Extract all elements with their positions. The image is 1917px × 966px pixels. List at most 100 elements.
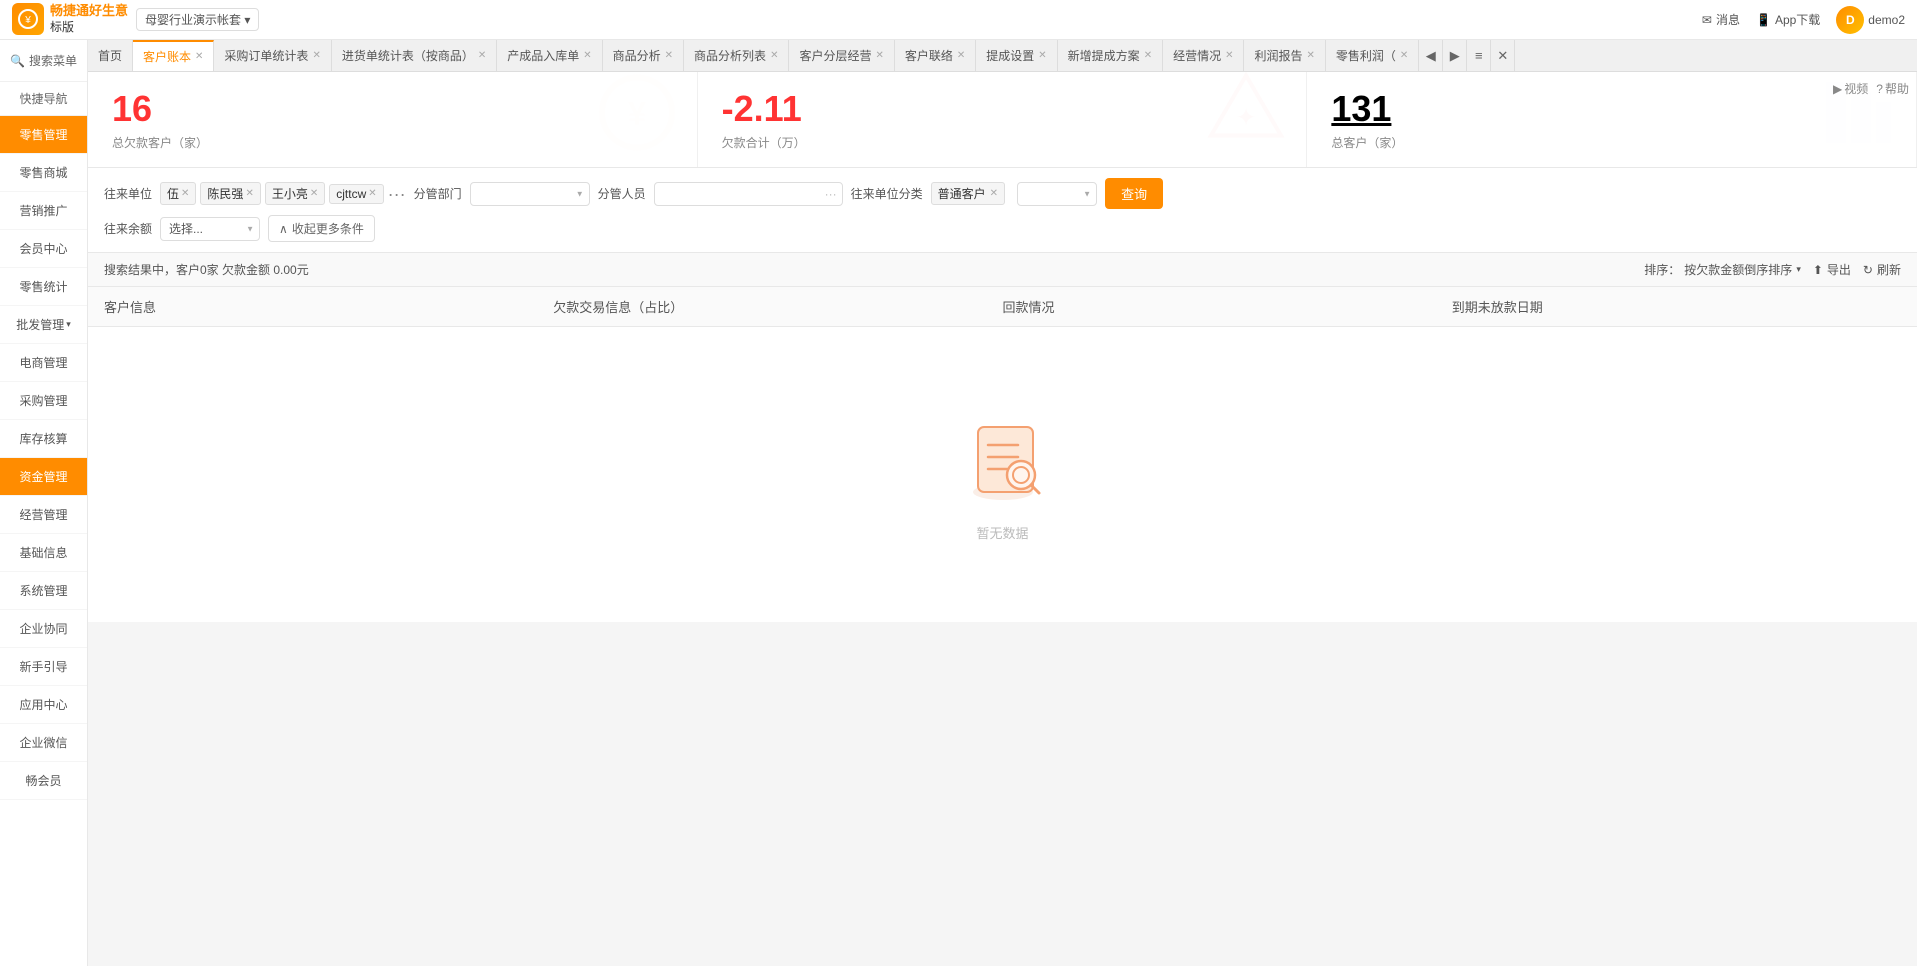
sidebar-item-retail-mgmt[interactable]: 零售管理 <box>0 116 87 154</box>
tab-close-new-promo[interactable]: ✕ <box>1144 50 1152 61</box>
tab-close-stock-stats[interactable]: ✕ <box>478 50 486 61</box>
tab-product-analysis-list[interactable]: 商品分析列表 ✕ <box>684 40 789 72</box>
tab-cost-in[interactable]: 产成品入库单 ✕ <box>497 40 602 72</box>
tab-close-promo-settings[interactable]: ✕ <box>1038 50 1046 61</box>
data-table: 客户信息 欠款交易信息（占比） 回款情况 到期未放款日期 <box>88 287 1917 622</box>
tab-close-customer-tier[interactable]: ✕ <box>875 50 883 61</box>
sort-chevron-icon: ▾ <box>1796 264 1801 275</box>
tab-close-profit-report[interactable]: ✕ <box>1307 50 1315 61</box>
tab-close-product-analysis[interactable]: ✕ <box>665 50 673 61</box>
dept-label: 分管部门 <box>414 185 462 202</box>
sidebar-item-retail-mall[interactable]: 零售商城 <box>0 154 87 192</box>
stat-number-overdue-amount: -2.11 <box>722 88 802 130</box>
tab-promo-settings[interactable]: 提成设置 ✕ <box>976 40 1057 72</box>
logo-text: 畅捷通好生意 标版 <box>50 3 128 35</box>
sidebar-item-inventory[interactable]: 库存核算 <box>0 420 87 458</box>
tab-close-purchase-orders[interactable]: ✕ <box>312 50 320 61</box>
col-header-return: 回款情况 <box>1003 297 1452 316</box>
message-icon: ✉ <box>1702 13 1712 27</box>
tab-close-all-btn[interactable]: ✕ <box>1491 40 1515 72</box>
sidebar-item-ops-mgmt[interactable]: 经营管理 <box>0 496 87 534</box>
help-btn[interactable]: ? 帮助 <box>1876 80 1909 97</box>
sidebar-item-marketing[interactable]: 营销推广 <box>0 192 87 230</box>
balance-select[interactable]: 选择... <box>160 217 260 241</box>
sidebar-item-app-center[interactable]: 应用中心 <box>0 686 87 724</box>
tab-customer-contacts[interactable]: 客户联络 ✕ <box>895 40 976 72</box>
user-menu[interactable]: D demo2 <box>1836 6 1905 34</box>
tag-close-3[interactable]: ✕ <box>368 188 376 199</box>
tab-close-retail-profit[interactable]: ✕ <box>1400 50 1408 61</box>
tab-purchase-orders[interactable]: 采购订单统计表 ✕ <box>214 40 331 72</box>
unit-class-select[interactable] <box>1017 182 1097 206</box>
sidebar-item-new-guide[interactable]: 新手引导 <box>0 648 87 686</box>
tab-next-btn[interactable]: ▶ <box>1443 40 1467 72</box>
logo-icon: ¥ <box>12 3 44 35</box>
col-header-date: 到期未放款日期 <box>1452 297 1901 316</box>
manager-input[interactable] <box>654 182 843 206</box>
sort-label: 排序： <box>1644 261 1680 278</box>
query-btn[interactable]: 查询 <box>1105 178 1163 209</box>
filter-more-btn[interactable]: ··· <box>388 185 406 203</box>
sort-value: 按欠款金额倒序排序 <box>1684 261 1792 278</box>
quick-nav-btn[interactable]: 快捷导航 <box>0 82 87 116</box>
tab-prev-btn[interactable]: ◀ <box>1419 40 1443 72</box>
filter-tag-unit-2: 王小亮 ✕ <box>265 182 325 205</box>
unit-class-select-wrap <box>1017 182 1097 206</box>
message-btn[interactable]: ✉ 消息 <box>1702 11 1740 28</box>
sidebar: 🔍 搜索菜单 快捷导航 零售管理 零售商城 营销推广 会员中心 零售统计 批发管… <box>0 40 88 966</box>
workspace-dropdown[interactable]: 母婴行业演示帐套 ▾ <box>136 8 259 31</box>
tab-retail-profit[interactable]: 零售利润（ ✕ <box>1326 40 1419 72</box>
tab-customer-accounts[interactable]: 客户账本 ✕ <box>133 40 214 72</box>
header-right: ✉ 消息 📱 App下载 D demo2 <box>1702 6 1905 34</box>
tab-close-customer-accounts[interactable]: ✕ <box>195 51 203 62</box>
main-layout: 🔍 搜索菜单 快捷导航 零售管理 零售商城 营销推广 会员中心 零售统计 批发管… <box>0 40 1917 966</box>
tab-customer-tier[interactable]: 客户分层经营 ✕ <box>789 40 894 72</box>
sidebar-item-finance[interactable]: 资金管理 <box>0 458 87 496</box>
tab-profit-report[interactable]: 利润报告 ✕ <box>1244 40 1325 72</box>
tag-close-class-0[interactable]: ✕ <box>990 188 998 199</box>
sidebar-item-vip-member[interactable]: 畅会员 <box>0 762 87 800</box>
sidebar-item-batch-mgmt[interactable]: 批发管理 ▾ <box>0 306 87 344</box>
sidebar-item-wechat-biz[interactable]: 企业微信 <box>0 724 87 762</box>
download-btn[interactable]: 📱 App下载 <box>1756 11 1820 28</box>
unit-tags: 伍 ✕ 陈民强 ✕ 王小亮 ✕ cjttcw ✕ <box>160 182 406 205</box>
top-header: ¥ 畅捷通好生意 标版 母婴行业演示帐套 ▾ ✉ 消息 📱 App下载 D de… <box>0 0 1917 40</box>
tag-close-1[interactable]: ✕ <box>245 188 253 199</box>
tab-close-cost-in[interactable]: ✕ <box>583 50 591 61</box>
stat-card-total-customers: 131 总客户（家） <box>1307 72 1917 167</box>
tab-close-ops-status[interactable]: ✕ <box>1225 50 1233 61</box>
search-menu-btn[interactable]: 🔍 搜索菜单 <box>8 48 79 73</box>
sidebar-item-enterprise[interactable]: 企业协同 <box>0 610 87 648</box>
unit-class-label: 往来单位分类 <box>851 185 923 202</box>
tab-stock-stats[interactable]: 进货单统计表（按商品） ✕ <box>332 40 497 72</box>
stat-label-total-customers: 总客户（家） <box>1331 134 1403 151</box>
tag-close-2[interactable]: ✕ <box>310 188 318 199</box>
stat-label-overdue-amount: 欠款合计（万） <box>722 134 806 151</box>
sidebar-item-sys-mgmt[interactable]: 系统管理 <box>0 572 87 610</box>
filter-tag-unit-1: 陈民强 ✕ <box>200 182 260 205</box>
sidebar-item-basic-info[interactable]: 基础信息 <box>0 534 87 572</box>
refresh-btn[interactable]: ↻ 刷新 <box>1863 261 1901 278</box>
avatar: D <box>1836 6 1864 34</box>
dept-select[interactable] <box>470 182 590 206</box>
stat-number-total-customers: 131 <box>1331 88 1391 130</box>
filter-tag-class-0: 普通客户 ✕ <box>931 182 1005 205</box>
export-btn[interactable]: ⬆ 导出 <box>1813 261 1851 278</box>
sidebar-item-retail-stats[interactable]: 零售统计 <box>0 268 87 306</box>
stats-bar: ¥ 16 总欠款客户（家） ✦ -2.11 欠款合计（万） <box>88 72 1917 168</box>
tab-product-analysis[interactable]: 商品分析 ✕ <box>603 40 684 72</box>
tab-ops-status[interactable]: 经营情况 ✕ <box>1163 40 1244 72</box>
collapse-btn[interactable]: ∧ 收起更多条件 <box>268 215 375 242</box>
tab-close-product-analysis-list[interactable]: ✕ <box>770 50 778 61</box>
tab-home[interactable]: 首页 <box>88 40 133 72</box>
tab-new-promo[interactable]: 新增提成方案 ✕ <box>1058 40 1163 72</box>
sidebar-item-purchase[interactable]: 采购管理 <box>0 382 87 420</box>
sidebar-item-members[interactable]: 会员中心 <box>0 230 87 268</box>
refresh-icon: ↻ <box>1863 263 1873 277</box>
video-btn[interactable]: ▶ 视频 <box>1833 80 1868 97</box>
tab-close-customer-contacts[interactable]: ✕ <box>957 50 965 61</box>
sidebar-item-ecommerce[interactable]: 电商管理 <box>0 344 87 382</box>
tag-close-0[interactable]: ✕ <box>181 188 189 199</box>
tab-list-btn[interactable]: ≡ <box>1467 40 1491 72</box>
balance-label: 往来余额 <box>104 220 152 237</box>
